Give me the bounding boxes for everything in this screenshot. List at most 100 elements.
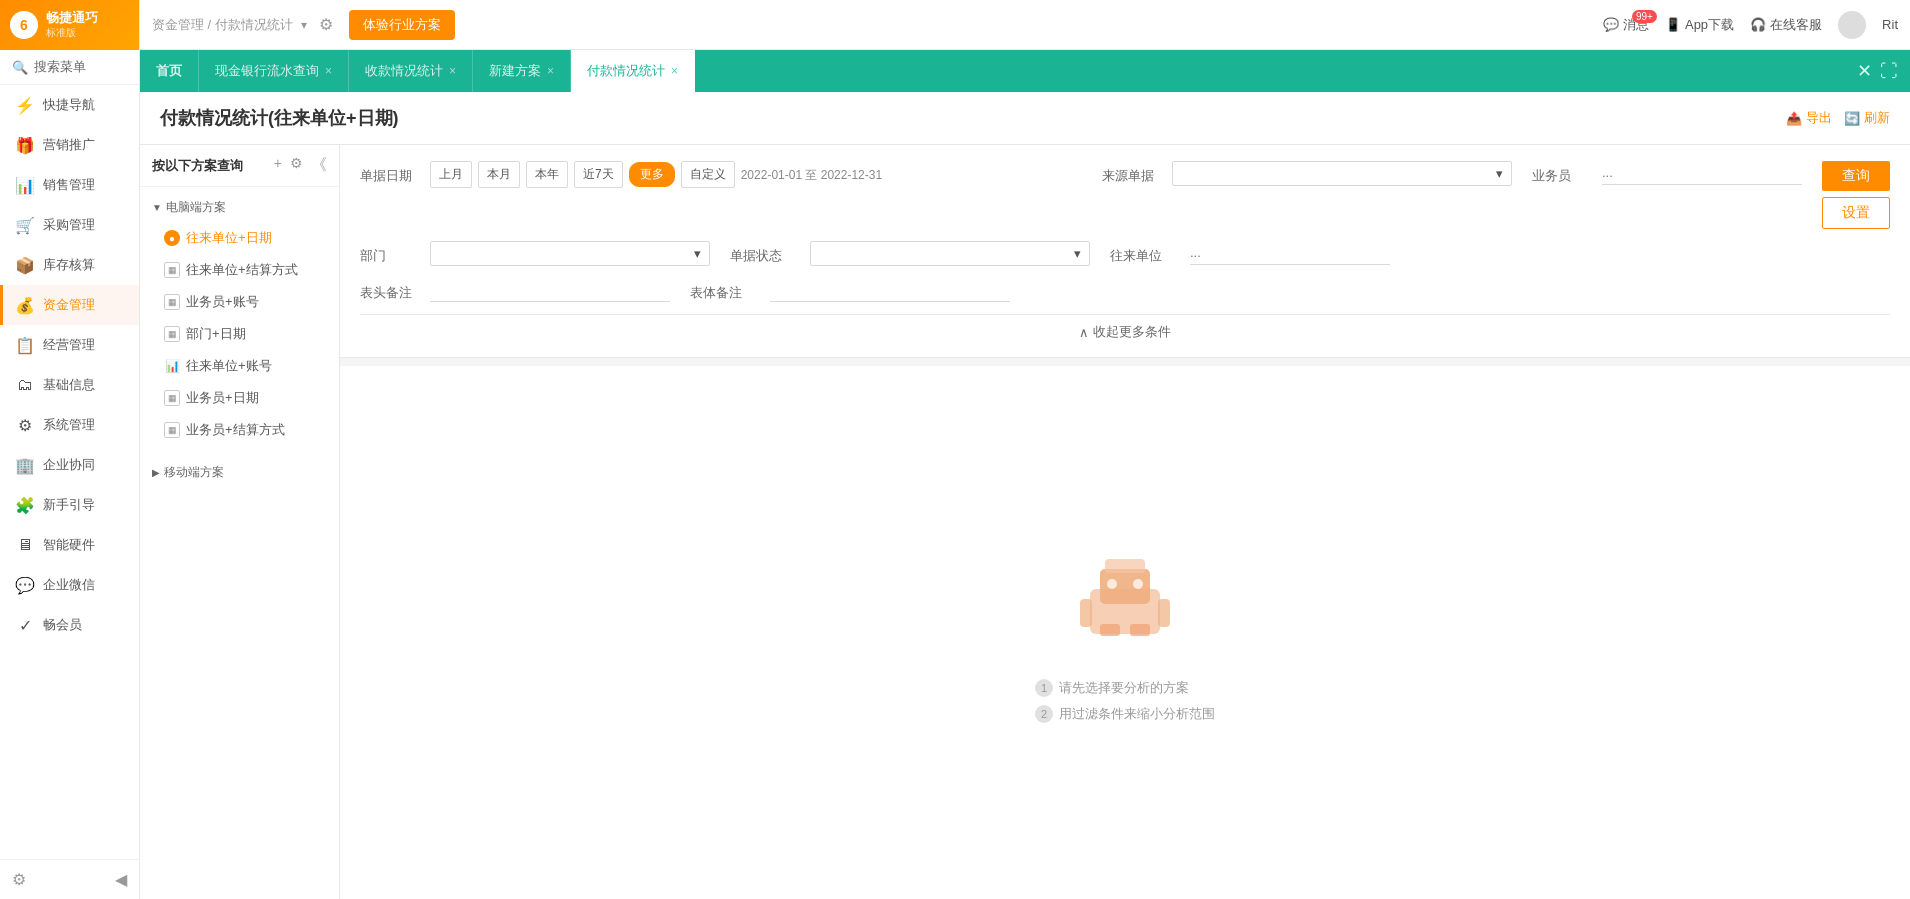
quick-nav-icon: ⚡ bbox=[15, 95, 35, 115]
sidebar-item-quick-nav[interactable]: ⚡ 快捷导航 bbox=[0, 85, 139, 125]
settings-button[interactable]: 设置 bbox=[1822, 197, 1890, 229]
close-all-tabs-icon[interactable]: ✕ bbox=[1857, 60, 1872, 82]
sidebar-item-guide[interactable]: 🧩 新手引导 bbox=[0, 485, 139, 525]
sidebar-item-purchase[interactable]: 🛒 采购管理 bbox=[0, 205, 139, 245]
basic-icon: 🗂 bbox=[15, 375, 35, 395]
svg-rect-5 bbox=[1080, 599, 1092, 627]
topbar-gear-icon[interactable]: ⚙ bbox=[319, 15, 333, 34]
sidebar-item-label: 经营管理 bbox=[43, 336, 95, 354]
date-filter-label: 单据日期 bbox=[360, 161, 430, 185]
tab-payment-stats[interactable]: 付款情况统计 × bbox=[571, 50, 695, 92]
expand-icon[interactable]: ⛶ bbox=[1880, 61, 1898, 82]
date-btn-custom[interactable]: 自定义 bbox=[681, 161, 735, 188]
sidebar-item-vip[interactable]: ✓ 畅会员 bbox=[0, 605, 139, 645]
tab-new-scheme[interactable]: 新建方案 × bbox=[473, 50, 571, 92]
message-button[interactable]: 💬 消息 99+ bbox=[1603, 16, 1649, 34]
logo-sub: 标准版 bbox=[46, 26, 98, 40]
sidebar-item-wechat[interactable]: 💬 企业微信 bbox=[0, 565, 139, 605]
staff-input[interactable] bbox=[1602, 165, 1802, 180]
export-label: 导出 bbox=[1806, 109, 1832, 127]
sidebar-collapse-icon[interactable]: ◀ bbox=[115, 870, 127, 889]
desktop-group-header[interactable]: ▼ 电脑端方案 bbox=[140, 193, 339, 222]
date-btn-more[interactable]: 更多 bbox=[629, 162, 675, 187]
scheme-item-dept-date[interactable]: ▦ 部门+日期 bbox=[140, 318, 339, 350]
date-btn-this-month[interactable]: 本月 bbox=[478, 161, 520, 188]
sidebar-item-system[interactable]: ⚙ 系统管理 bbox=[0, 405, 139, 445]
collapse-filter-button[interactable]: ∧ 收起更多条件 bbox=[360, 314, 1890, 349]
query-button[interactable]: 查询 bbox=[1822, 161, 1890, 191]
scheme-item-label: 往来单位+账号 bbox=[186, 357, 272, 375]
sidebar-item-label: 畅会员 bbox=[43, 616, 82, 634]
message-icon: 💬 bbox=[1603, 17, 1619, 32]
right-panel: 单据日期 上月 本月 本年 近7天 更多 自定义 2022-01-01 至 20… bbox=[340, 145, 1910, 899]
sidebar-header: 6 畅捷通巧 标准版 bbox=[0, 0, 139, 50]
inventory-icon: 📦 bbox=[15, 255, 35, 275]
date-btn-7days[interactable]: 近7天 bbox=[574, 161, 623, 188]
svg-rect-4 bbox=[1105, 559, 1145, 573]
sidebar-item-marketing[interactable]: 🎁 营销推广 bbox=[0, 125, 139, 165]
sidebar-nav: ⚡ 快捷导航 🎁 营销推广 📊 销售管理 🛒 采购管理 📦 库存核算 💰 资金管… bbox=[0, 85, 139, 859]
header-note-input[interactable] bbox=[430, 278, 670, 302]
scheme-item-label: 业务员+账号 bbox=[186, 293, 259, 311]
data-area: 1 请先选择要分析的方案 2 用过滤条件来缩小分析范围 bbox=[340, 366, 1910, 899]
tab-bank-flow[interactable]: 现金银行流水查询 × bbox=[199, 50, 349, 92]
trial-button[interactable]: 体验行业方案 bbox=[349, 10, 455, 40]
sidebar-settings-icon[interactable]: ⚙ bbox=[12, 870, 26, 889]
sidebar-item-basic[interactable]: 🗂 基础信息 bbox=[0, 365, 139, 405]
tab-receipt-stats-close[interactable]: × bbox=[449, 64, 456, 78]
left-panel-title: 按以下方案查询 bbox=[152, 157, 243, 175]
tab-payment-stats-close[interactable]: × bbox=[671, 64, 678, 78]
scheme-item-staff-payment[interactable]: ▦ 业务员+结算方式 bbox=[140, 414, 339, 446]
dept-select[interactable]: ▾ bbox=[430, 241, 710, 266]
tab-payment-stats-label: 付款情况统计 bbox=[587, 62, 665, 80]
sidebar-item-label: 系统管理 bbox=[43, 416, 95, 434]
topbar: 资金管理 / 付款情况统计 ▾ ⚙ 体验行业方案 💬 消息 99+ 📱 App下… bbox=[140, 0, 1910, 50]
scheme-item-label: 往来单位+结算方式 bbox=[186, 261, 298, 279]
add-scheme-icon[interactable]: + bbox=[274, 155, 282, 176]
svg-rect-1 bbox=[1100, 569, 1150, 604]
body-note-input[interactable] bbox=[770, 278, 1010, 302]
online-service-button[interactable]: 🎧 在线客服 bbox=[1750, 16, 1822, 34]
sidebar-item-enterprise[interactable]: 🏢 企业协同 bbox=[0, 445, 139, 485]
tab-home[interactable]: 首页 bbox=[140, 50, 199, 92]
tab-new-scheme-close[interactable]: × bbox=[547, 64, 554, 78]
scheme-item-unit-payment[interactable]: ▦ 往来单位+结算方式 bbox=[140, 254, 339, 286]
mobile-group-header[interactable]: ▶ 移动端方案 bbox=[140, 458, 339, 487]
date-btn-this-year[interactable]: 本年 bbox=[526, 161, 568, 188]
service-label: 在线客服 bbox=[1770, 16, 1822, 34]
refresh-button[interactable]: 🔄 刷新 bbox=[1844, 109, 1890, 127]
sidebar-item-label: 新手引导 bbox=[43, 496, 95, 514]
service-icon: 🎧 bbox=[1750, 17, 1766, 32]
desktop-scheme-group: ▼ 电脑端方案 ● 往来单位+日期 ▦ 往来单位+结算方式 ▦ 业务员+账号 bbox=[140, 187, 339, 452]
scheme-item-staff-date[interactable]: ▦ 业务员+日期 bbox=[140, 382, 339, 414]
sidebar-item-hardware[interactable]: 🖥 智能硬件 bbox=[0, 525, 139, 565]
sidebar-item-sales[interactable]: 📊 销售管理 bbox=[0, 165, 139, 205]
scheme-table-icon: ▦ bbox=[164, 422, 180, 438]
export-button[interactable]: 📤 导出 bbox=[1786, 109, 1832, 127]
dropdown-icon[interactable]: ▾ bbox=[301, 18, 307, 32]
search-label: 搜索菜单 bbox=[34, 58, 86, 76]
sidebar-item-finance[interactable]: 💰 资金管理 bbox=[0, 285, 139, 325]
scheme-settings-icon[interactable]: ⚙ bbox=[290, 155, 303, 176]
tab-bank-flow-close[interactable]: × bbox=[325, 64, 332, 78]
sidebar-item-inventory[interactable]: 📦 库存核算 bbox=[0, 245, 139, 285]
tab-receipt-stats[interactable]: 收款情况统计 × bbox=[349, 50, 473, 92]
search-menu[interactable]: 🔍 搜索菜单 bbox=[0, 50, 139, 85]
refresh-icon: 🔄 bbox=[1844, 111, 1860, 126]
doc-status-select[interactable]: ▾ bbox=[810, 241, 1090, 266]
app-download-button[interactable]: 📱 App下载 bbox=[1665, 16, 1734, 34]
sidebar: 6 畅捷通巧 标准版 🔍 搜索菜单 ⚡ 快捷导航 🎁 营销推广 📊 销售管理 🛒… bbox=[0, 0, 140, 899]
mobile-scheme-group: ▶ 移动端方案 bbox=[140, 452, 339, 493]
source-doc-select[interactable]: ▾ bbox=[1172, 161, 1512, 186]
sidebar-item-operation[interactable]: 📋 经营管理 bbox=[0, 325, 139, 365]
panel-collapse-icon[interactable]: 《 bbox=[311, 155, 327, 176]
app-icon: 📱 bbox=[1665, 17, 1681, 32]
page-area: 付款情况统计(往来单位+日期) 📤 导出 🔄 刷新 按以下方案查询 + bbox=[140, 92, 1910, 899]
scheme-item-unit-date[interactable]: ● 往来单位+日期 bbox=[140, 222, 339, 254]
mobile-group-label: 移动端方案 bbox=[164, 464, 224, 481]
partner-input[interactable] bbox=[1190, 245, 1390, 260]
date-btn-last-month[interactable]: 上月 bbox=[430, 161, 472, 188]
scheme-item-unit-account[interactable]: 📊 往来单位+账号 bbox=[140, 350, 339, 382]
scheme-item-staff-account[interactable]: ▦ 业务员+账号 bbox=[140, 286, 339, 318]
header-note-label: 表头备注 bbox=[360, 278, 430, 302]
